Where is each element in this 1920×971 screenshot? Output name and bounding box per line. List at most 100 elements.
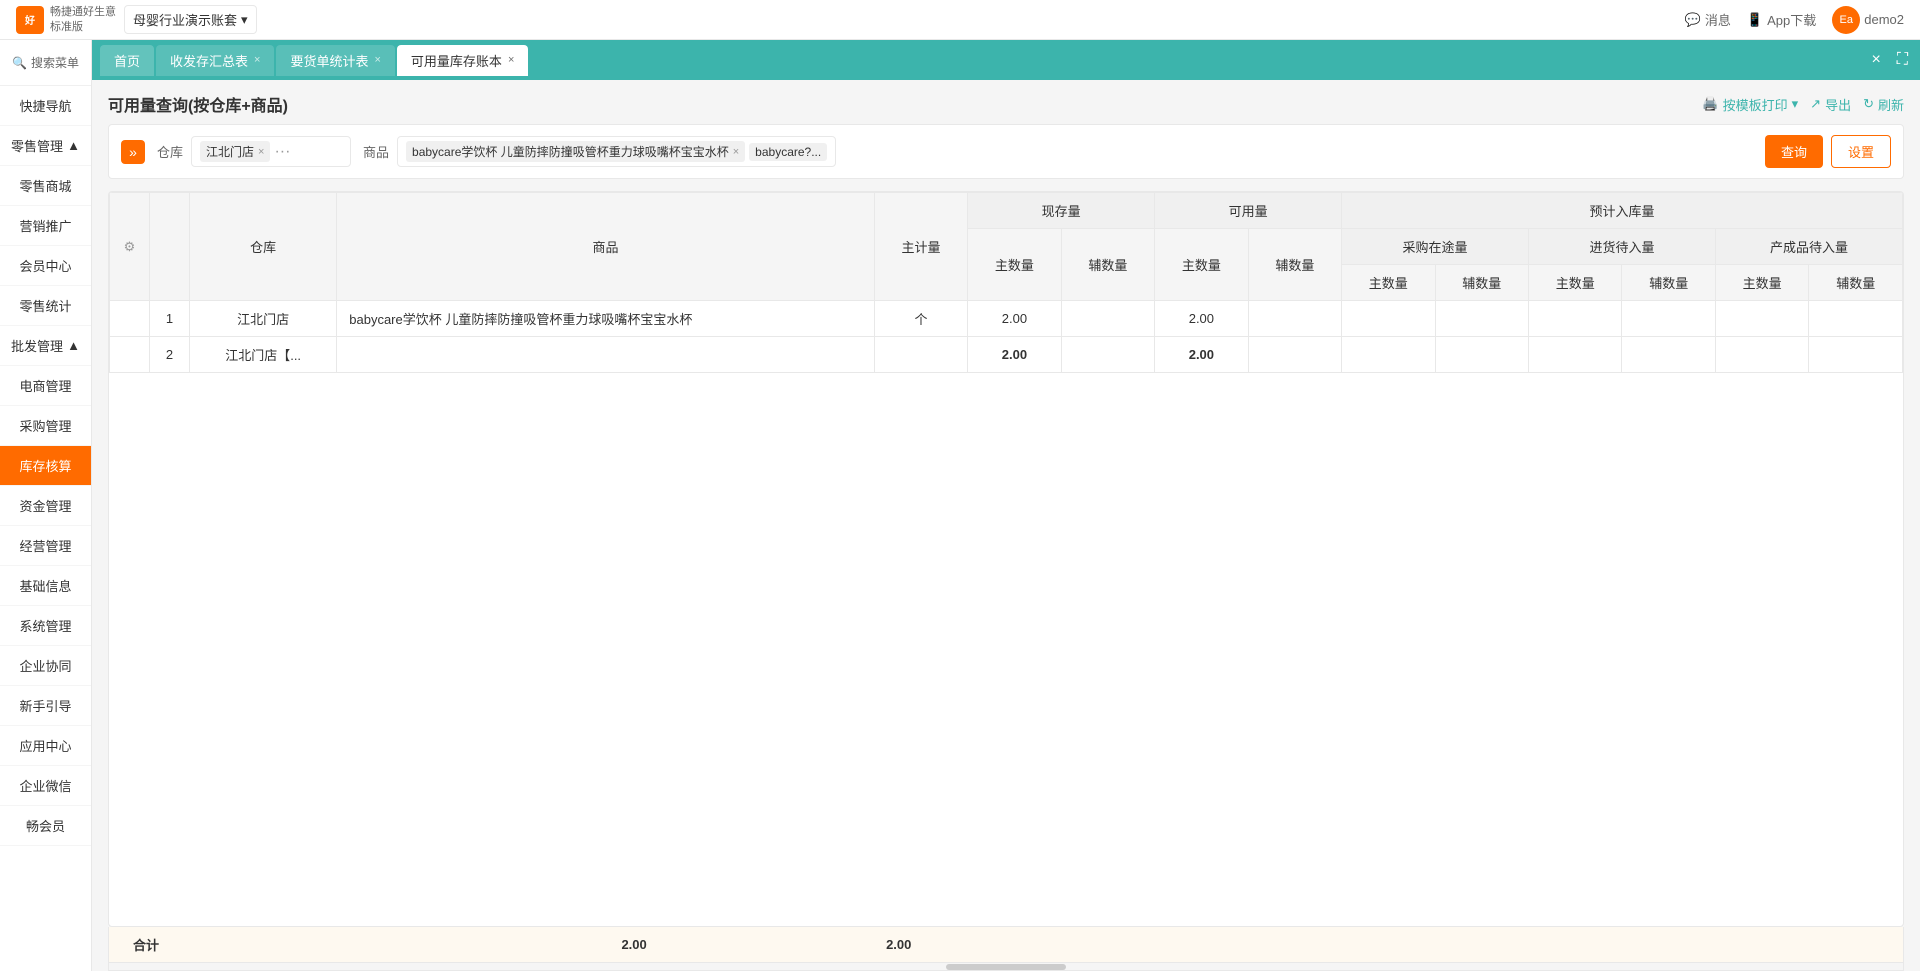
sidebar-item-purchase[interactable]: 采购管理 xyxy=(0,406,91,446)
sidebar-item-wechat[interactable]: 企业微信 xyxy=(0,766,91,806)
product-filter-group: 商品 babycare学饮杯 儿童防摔防撞吸管杯重力球吸嘴杯宝宝水杯 × bab… xyxy=(363,136,836,167)
print-button[interactable]: 🖨️ 按模板打印 ▾ xyxy=(1702,95,1798,114)
sidebar-item-enterprise-collab[interactable]: 企业协同 xyxy=(0,646,91,686)
row-available-aux-cell-2 xyxy=(1248,337,1341,373)
available-column-header: 可用量 xyxy=(1155,193,1342,229)
warehouse-tag-close[interactable]: × xyxy=(258,146,264,158)
sidebar-item-retail-stats[interactable]: 零售统计 xyxy=(0,286,91,326)
footer-label: 合计 xyxy=(121,935,171,954)
product-label: 商品 xyxy=(363,142,389,161)
row-product-cell-2 xyxy=(337,337,874,373)
search-menu-button[interactable]: 🔍 搜索菜单 xyxy=(8,50,83,75)
table-settings-icon[interactable]: ⚙ xyxy=(124,239,136,254)
table-footer: 合计 2.00 2.00 xyxy=(108,927,1904,963)
scrollbar-thumb[interactable] xyxy=(946,964,1066,970)
main-layout: 🔍 搜索菜单 快捷导航 零售管理 ▲ 零售商城 营销推广 会员中心 零售统计 批… xyxy=(0,40,1920,971)
sidebar-item-marketing[interactable]: 营销推广 xyxy=(0,206,91,246)
download-icon: 📱 xyxy=(1747,12,1763,28)
sidebar-item-member-center[interactable]: 会员中心 xyxy=(0,246,91,286)
sidebar-item-inventory[interactable]: 库存核算 xyxy=(0,446,91,486)
table-container[interactable]: ⚙ 仓库 商品 主计量 现存量 可用量 预计入库量 主数量 辅数 xyxy=(108,191,1904,927)
warehouse-more-icon[interactable]: ··· xyxy=(274,143,290,161)
purchase-in-transit-header: 采购在途量 xyxy=(1342,229,1529,265)
inventory-table: ⚙ 仓库 商品 主计量 现存量 可用量 预计入库量 主数量 辅数 xyxy=(109,192,1903,373)
industry-selector[interactable]: 母婴行业演示账套 ▾ xyxy=(124,5,257,34)
incoming-pending-header: 进货待入量 xyxy=(1529,229,1716,265)
product-tag-2: babycare?... xyxy=(749,143,827,161)
export-button[interactable]: ↗ 导出 xyxy=(1810,95,1851,114)
tab-available-inventory[interactable]: 可用量库存账本 × xyxy=(397,45,528,76)
message-button[interactable]: 💬 消息 xyxy=(1685,10,1731,29)
tab-order-stats[interactable]: 要货单统计表 × xyxy=(276,45,394,76)
tab-receivables-summary[interactable]: 收发存汇总表 × xyxy=(156,45,274,76)
warehouse-input[interactable]: 江北门店 × ··· xyxy=(191,136,351,167)
row-finished-aux-cell xyxy=(1809,301,1903,337)
row-finished-aux-cell-2 xyxy=(1809,337,1903,373)
filter-actions: 查询 设置 xyxy=(1765,135,1891,168)
footer-stock-main-total: 2.00 xyxy=(568,937,700,952)
sidebar-item-app-center[interactable]: 应用中心 xyxy=(0,726,91,766)
tab-close-icon-3[interactable]: × xyxy=(508,54,514,66)
sidebar-item-fast-nav[interactable]: 快捷导航 xyxy=(0,86,91,126)
tab-close-all-button[interactable]: × xyxy=(1867,47,1884,73)
row-purchase-main-cell xyxy=(1342,301,1435,337)
warehouse-label: 仓库 xyxy=(157,142,183,161)
tab-close-icon-2[interactable]: × xyxy=(374,54,380,66)
row-incoming-main-cell xyxy=(1529,301,1622,337)
sidebar-item-retail-management[interactable]: 零售管理 ▲ xyxy=(0,126,91,166)
sidebar-item-ecommerce[interactable]: 电商管理 xyxy=(0,366,91,406)
row-available-main-cell: 2.00 xyxy=(1155,301,1248,337)
stock-column-header: 现存量 xyxy=(968,193,1155,229)
filter-toggle-button[interactable]: » xyxy=(121,140,145,164)
sidebar-item-finance[interactable]: 资金管理 xyxy=(0,486,91,526)
sidebar-item-guide[interactable]: 新手引导 xyxy=(0,686,91,726)
purchase-main-header: 主数量 xyxy=(1342,265,1435,301)
horizontal-scrollbar[interactable] xyxy=(108,963,1904,971)
search-icon: 🔍 xyxy=(12,56,27,70)
tab-bar-actions: × ⛶ xyxy=(1867,47,1912,73)
row-stock-main-cell: 2.00 xyxy=(968,301,1061,337)
logo: 好 畅捷通好生意 标准版 xyxy=(16,5,116,34)
row-purchase-aux-cell-2 xyxy=(1435,337,1528,373)
refresh-button[interactable]: ↻ 刷新 xyxy=(1863,95,1904,114)
warehouse-tag: 江北门店 × xyxy=(200,141,270,162)
incoming-aux-header: 辅数量 xyxy=(1622,265,1715,301)
page-title: 可用量查询(按仓库+商品) xyxy=(108,92,288,116)
product-input[interactable]: babycare学饮杯 儿童防摔防撞吸管杯重力球吸嘴杯宝宝水杯 × babyca… xyxy=(397,136,836,167)
row-unit-cell: 个 xyxy=(874,301,967,337)
row-unit-cell-2 xyxy=(874,337,967,373)
sidebar-item-retail-mall[interactable]: 零售商城 xyxy=(0,166,91,206)
print-icon: 🖨️ xyxy=(1702,96,1718,112)
sidebar-item-member[interactable]: 畅会员 xyxy=(0,806,91,846)
finished-goods-pending-header: 产成品待入量 xyxy=(1715,229,1902,265)
tab-bar: 首页 收发存汇总表 × 要货单统计表 × 可用量库存账本 × × ⛶ xyxy=(92,40,1920,80)
stock-main-qty-header: 主数量 xyxy=(968,229,1061,301)
warehouse-filter-group: 仓库 江北门店 × ··· xyxy=(157,136,351,167)
user-menu[interactable]: Ea demo2 xyxy=(1832,6,1904,34)
expand-icon-2: ▲ xyxy=(67,338,80,353)
fullscreen-button[interactable]: ⛶ xyxy=(1893,47,1912,73)
stock-aux-qty-header: 辅数量 xyxy=(1061,229,1154,301)
row-warehouse-cell-2: 江北门店【... xyxy=(190,337,337,373)
settings-button[interactable]: 设置 xyxy=(1831,135,1891,168)
sidebar-item-wholesale-management[interactable]: 批发管理 ▲ xyxy=(0,326,91,366)
tab-home[interactable]: 首页 xyxy=(100,45,154,76)
row-purchase-aux-cell xyxy=(1435,301,1528,337)
top-bar: 好 畅捷通好生意 标准版 母婴行业演示账套 ▾ 💬 消息 📱 App下载 Ea … xyxy=(0,0,1920,40)
logo-text: 畅捷通好生意 标准版 xyxy=(50,5,116,34)
page-header: 可用量查询(按仓库+商品) 🖨️ 按模板打印 ▾ ↗ 导出 ↻ 刷新 xyxy=(92,80,1920,124)
row-settings-cell xyxy=(110,301,150,337)
page-actions: 🖨️ 按模板打印 ▾ ↗ 导出 ↻ 刷新 xyxy=(1702,95,1904,114)
app-download-button[interactable]: 📱 App下载 xyxy=(1747,10,1816,29)
product-tag-1-close[interactable]: × xyxy=(733,146,739,158)
predicted-inbound-header: 预计入库量 xyxy=(1342,193,1903,229)
query-button[interactable]: 查询 xyxy=(1765,135,1823,168)
sidebar-item-basic-info[interactable]: 基础信息 xyxy=(0,566,91,606)
available-aux-qty-header: 辅数量 xyxy=(1248,229,1341,301)
message-icon: 💬 xyxy=(1685,12,1701,28)
settings-column-header: ⚙ xyxy=(110,193,150,301)
sidebar-item-operations[interactable]: 经营管理 xyxy=(0,526,91,566)
sidebar-item-system[interactable]: 系统管理 xyxy=(0,606,91,646)
unit-column-header: 主计量 xyxy=(874,193,967,301)
tab-close-icon[interactable]: × xyxy=(254,54,260,66)
